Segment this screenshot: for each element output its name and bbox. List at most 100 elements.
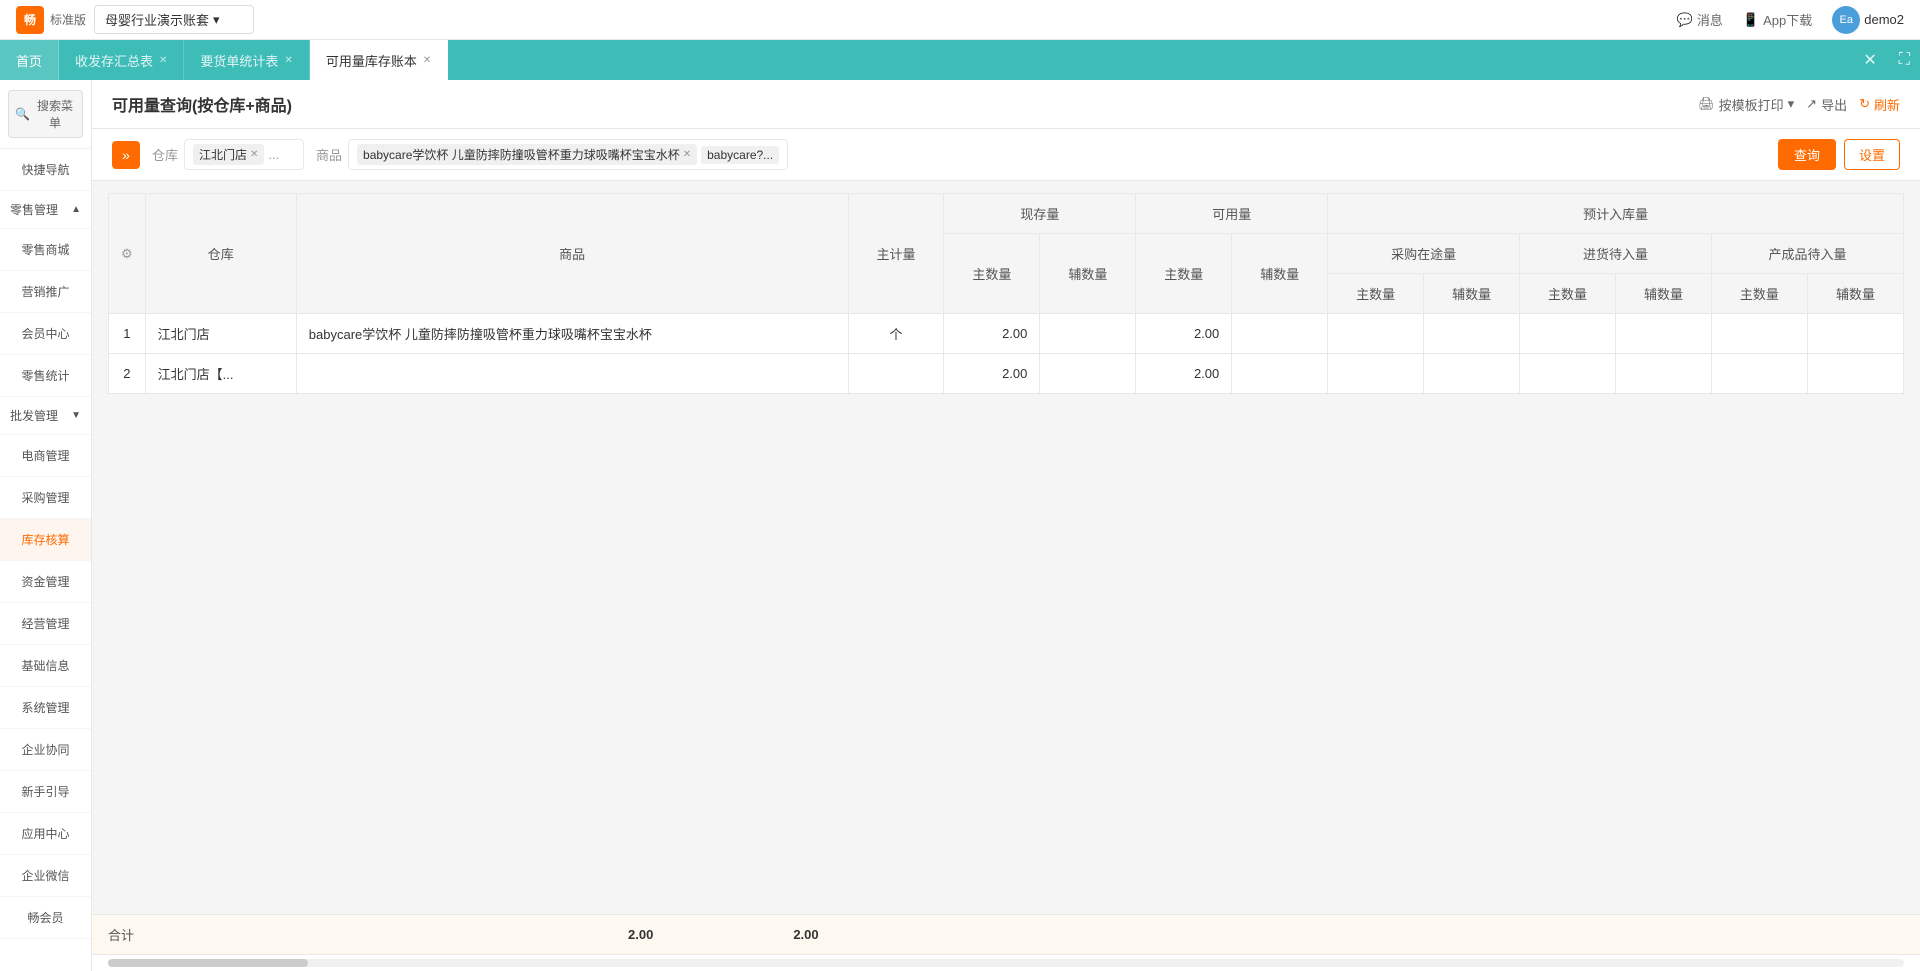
print-icon: 🖨	[1698, 96, 1715, 112]
sidebar-item-enterprise-wechat[interactable]: 企业微信	[0, 855, 91, 897]
col-arrival-aux: 辅数量	[1616, 274, 1712, 314]
sidebar-item-quick-nav[interactable]: 快捷导航	[0, 149, 91, 191]
wholesale-mgmt-label: 批发管理	[10, 407, 58, 424]
sidebar-item-finance-mgmt[interactable]: 资金管理	[0, 561, 91, 603]
warehouse-tag: 江北门店 ✕	[193, 144, 264, 165]
tab-receive-summary[interactable]: 收发存汇总表 ✕	[59, 40, 184, 80]
row-stock-main: 2.00	[944, 314, 1040, 354]
row-no: 2	[109, 354, 146, 394]
sidebar-item-retail-stats[interactable]: 零售统计	[0, 355, 91, 397]
sidebar-item-member-center[interactable]: 会员中心	[0, 313, 91, 355]
scroll-bar-thumb[interactable]	[108, 959, 308, 967]
table-row: 1 江北门店 babycare学饮杯 儿童防摔防撞吸管杯重力球吸嘴杯宝宝水杯 个…	[109, 314, 1904, 354]
sidebar-item-new-guide[interactable]: 新手引导	[0, 771, 91, 813]
refresh-label: 刷新	[1874, 95, 1900, 114]
enterprise-selector[interactable]: 母婴行业演示账套 ▾	[94, 5, 254, 34]
expand-icon: »	[122, 147, 130, 163]
row-purchase-aux	[1424, 354, 1520, 394]
filter-bar: » 仓库 江北门店 ✕ ... 商品 babycare学饮杯 儿童防摔防撞吸管杯…	[92, 129, 1920, 181]
row-stock-main: 2.00	[944, 354, 1040, 394]
col-current-stock-header: 现存量	[944, 194, 1136, 234]
expand-tabs[interactable]: ⛶	[1889, 40, 1920, 80]
content-header: 可用量查询(按仓库+商品) 🖨 按模板打印 ▾ ↗ 导出 ↻ 刷新	[92, 80, 1920, 129]
sidebar-item-app-center[interactable]: 应用中心	[0, 813, 91, 855]
message-icon: 💬	[1677, 12, 1693, 28]
sidebar-item-basic-info[interactable]: 基础信息	[0, 645, 91, 687]
enterprise-collab-label: 企业协同	[21, 743, 69, 757]
search-menu-label: 搜索菜单	[34, 97, 76, 131]
sidebar-item-marketing[interactable]: 营销推广	[0, 271, 91, 313]
tab-available-stock-close[interactable]: ✕	[423, 55, 431, 66]
goods-tag-2: babycare?...	[701, 146, 779, 164]
export-btn[interactable]: ↗ 导出	[1806, 95, 1847, 114]
refresh-btn[interactable]: ↻ 刷新	[1859, 95, 1900, 114]
goods-filter-input[interactable]: babycare学饮杯 儿童防摔防撞吸管杯重力球吸嘴杯宝宝水杯 ✕ babyca…	[348, 139, 788, 170]
filter-expand-btn[interactable]: »	[112, 141, 140, 169]
retail-mgmt-label: 零售管理	[10, 201, 58, 218]
row-avail-aux	[1232, 314, 1328, 354]
row-purchase-aux	[1424, 314, 1520, 354]
purchase-mgmt-label: 采购管理	[21, 491, 69, 505]
sidebar-item-retail-mall[interactable]: 零售商城	[0, 229, 91, 271]
close-all-tabs[interactable]: ✕	[1851, 40, 1888, 80]
main-layout: 🔍 搜索菜单 快捷导航 零售管理 ▲ 零售商城 营销推广 会员中心 零售统计 批…	[0, 80, 1920, 971]
sidebar-item-purchase-mgmt[interactable]: 采购管理	[0, 477, 91, 519]
tab-home[interactable]: 首页	[0, 40, 59, 80]
search-icon: 🔍	[15, 107, 30, 121]
app-center-label: 应用中心	[21, 827, 69, 841]
query-button[interactable]: 查询	[1778, 139, 1836, 170]
search-menu-button[interactable]: 🔍 搜索菜单	[8, 90, 83, 138]
setting-button[interactable]: 设置	[1844, 139, 1900, 170]
retail-mgmt-arrow: ▲	[71, 204, 81, 215]
sidebar-item-inventory-check[interactable]: 库存核算	[0, 519, 91, 561]
col-purchase-aux: 辅数量	[1424, 274, 1520, 314]
system-mgmt-label: 系统管理	[21, 701, 69, 715]
quick-nav-label: 快捷导航	[21, 163, 69, 177]
print-template-btn[interactable]: 🖨 按模板打印 ▾	[1698, 95, 1794, 114]
goods-tag-1-remove[interactable]: ✕	[683, 149, 691, 160]
warehouse-tag-remove[interactable]: ✕	[250, 149, 258, 160]
sidebar-item-enterprise-collab[interactable]: 企业协同	[0, 729, 91, 771]
row-production-main	[1711, 354, 1807, 394]
col-avail-main-qty: 主数量	[1136, 234, 1232, 314]
app-download-action[interactable]: 📱 App下载	[1743, 10, 1812, 29]
tab-receive-summary-close[interactable]: ✕	[159, 55, 167, 66]
total-stock-main: 2.00	[628, 927, 653, 942]
tab-available-stock[interactable]: 可用量库存账本 ✕	[310, 40, 448, 80]
finance-mgmt-label: 资金管理	[21, 575, 69, 589]
header-actions: 🖨 按模板打印 ▾ ↗ 导出 ↻ 刷新	[1698, 95, 1900, 114]
table-area: ⚙ 仓库 商品 主计量 现存量 可用量 预计入库量 主数量 辅数量 主数量 辅数…	[92, 181, 1920, 914]
filter-actions: 查询 设置	[1778, 139, 1900, 170]
enterprise-name: 母婴行业演示账套	[105, 10, 209, 29]
col-stock-main-qty: 主数量	[944, 234, 1040, 314]
warehouse-filter-input[interactable]: 江北门店 ✕ ...	[184, 139, 304, 170]
user-area[interactable]: Ea demo2	[1832, 6, 1904, 34]
sidebar-item-retail-mgmt[interactable]: 零售管理 ▲	[0, 191, 91, 229]
basic-info-label: 基础信息	[21, 659, 69, 673]
sidebar-item-ecommerce-mgmt[interactable]: 电商管理	[0, 435, 91, 477]
total-row-inner: 合计 2.00 2.00	[108, 925, 1904, 944]
goods-tag-1: babycare学饮杯 儿童防摔防撞吸管杯重力球吸嘴杯宝宝水杯 ✕	[357, 144, 697, 165]
sidebar-search: 🔍 搜索菜单	[0, 80, 91, 149]
row-unit: 个	[848, 314, 944, 354]
tab-order-stats-label: 要货单统计表	[200, 51, 278, 70]
col-pending-arrival-header: 进货待入量	[1520, 234, 1712, 274]
message-action[interactable]: 💬 消息	[1677, 10, 1723, 29]
operations-mgmt-label: 经营管理	[21, 617, 69, 631]
goods-filter-group: 商品 babycare学饮杯 儿童防摔防撞吸管杯重力球吸嘴杯宝宝水杯 ✕ bab…	[316, 139, 788, 170]
tab-order-stats[interactable]: 要货单统计表 ✕	[184, 40, 309, 80]
sidebar-item-member-plus[interactable]: 畅会员	[0, 897, 91, 939]
sidebar: 🔍 搜索菜单 快捷导航 零售管理 ▲ 零售商城 营销推广 会员中心 零售统计 批…	[0, 80, 92, 971]
row-avail-main: 2.00	[1136, 354, 1232, 394]
sidebar-item-system-mgmt[interactable]: 系统管理	[0, 687, 91, 729]
sidebar-item-operations-mgmt[interactable]: 经营管理	[0, 603, 91, 645]
sidebar-item-wholesale-mgmt[interactable]: 批发管理 ▼	[0, 397, 91, 435]
refresh-icon: ↻	[1859, 96, 1870, 112]
tab-order-stats-close[interactable]: ✕	[284, 55, 292, 66]
warehouse-more[interactable]: ...	[268, 147, 279, 162]
row-avail-aux	[1232, 354, 1328, 394]
member-center-label: 会员中心	[21, 327, 69, 341]
row-goods	[296, 354, 848, 394]
column-settings-icon[interactable]: ⚙	[121, 246, 133, 261]
logo-area: 畅 标准版	[16, 6, 86, 34]
